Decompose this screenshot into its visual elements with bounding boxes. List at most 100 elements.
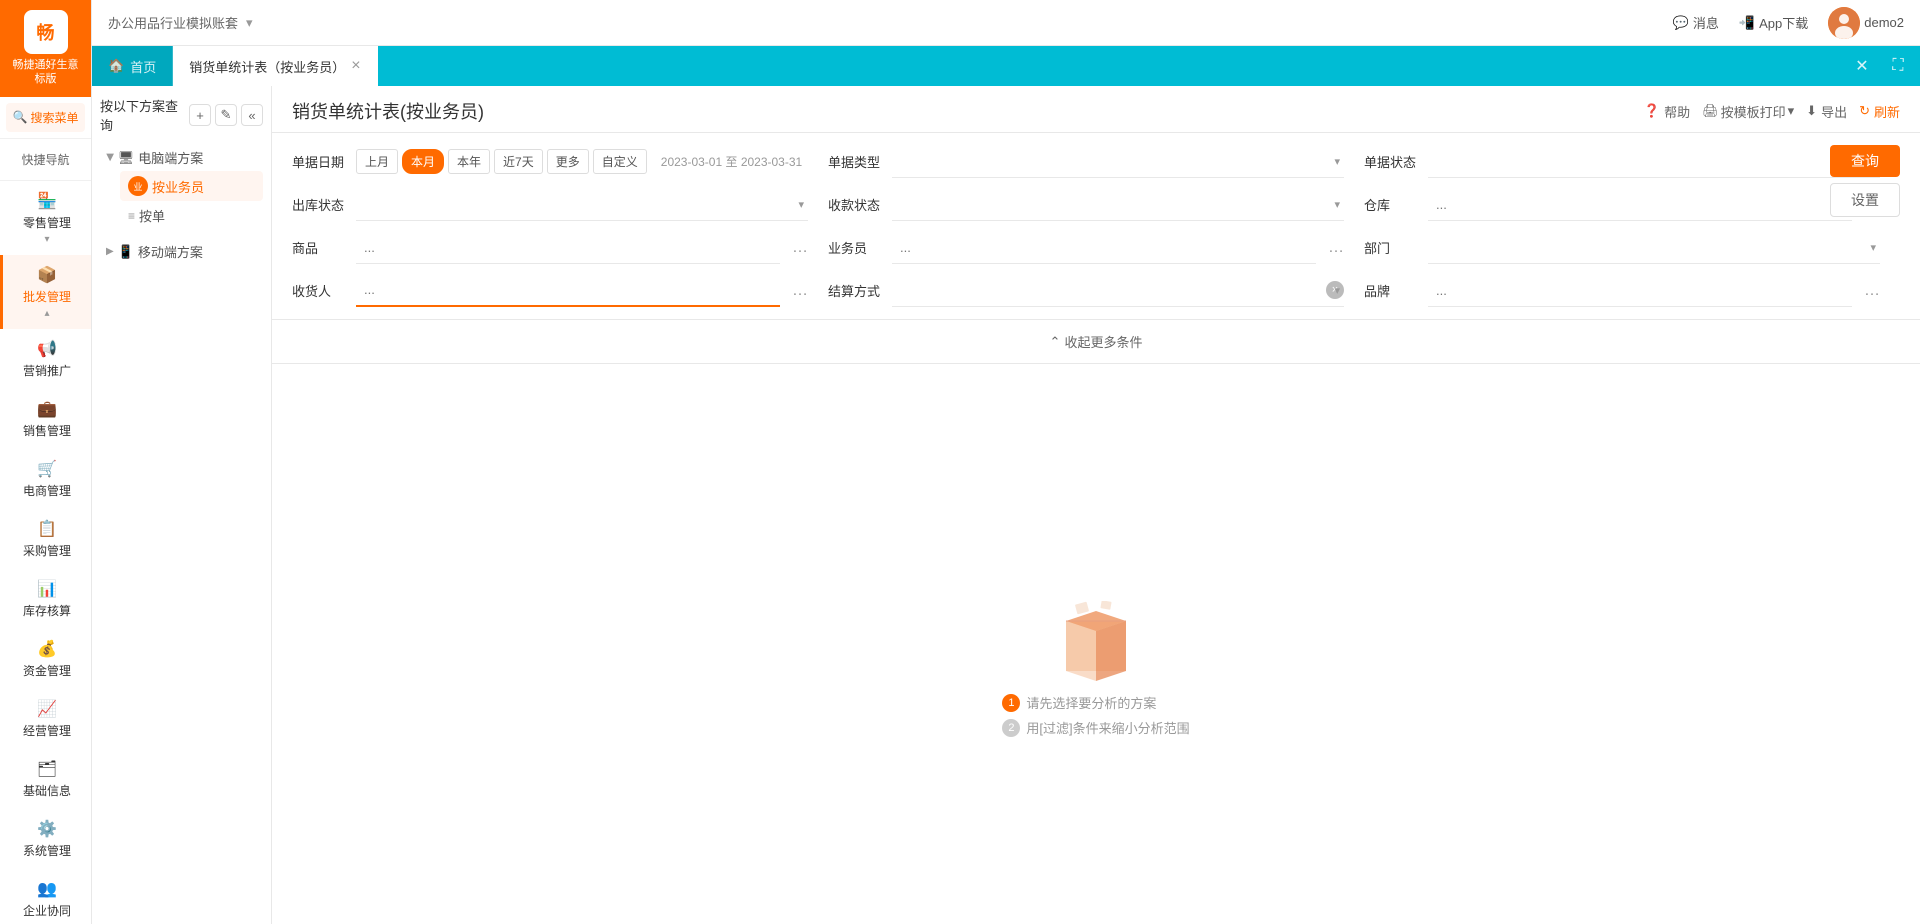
marketing-label: 营销推广 [23, 362, 71, 379]
dept-label: 部门 [1364, 238, 1420, 257]
goods-input[interactable] [356, 232, 780, 264]
sidebar-menu-list: 🏪 零售管理 ▾ 📦 批发管理 ▴ 📢 营销推广 💼 销售管理 🛒 电商管理 📋… [0, 181, 91, 924]
salesperson-scheme-icon: 业 [128, 176, 148, 196]
left-panel: 按以下方案查询 + ✎ « ▶ 🖥 电脑端方案 业 按业务员 [92, 86, 272, 924]
sidebar-item-purchase[interactable]: 📋 采购管理 [0, 509, 91, 569]
hint2-num: 2 [1002, 719, 1020, 737]
search-menu-button[interactable]: 🔍 搜索菜单 [6, 103, 85, 132]
settlement-select-wrapper: × ▾ [892, 274, 1344, 307]
tab-sales-stat-label: 销货单统计表（按业务员） [189, 57, 345, 76]
operation-label: 经营管理 [23, 722, 71, 739]
avatar [1828, 7, 1860, 39]
tab-maximize-button[interactable]: ⛶ [1884, 52, 1912, 80]
salesperson-input[interactable] [892, 232, 1316, 264]
filter-row-1: 单据日期 上月 本月 本年 近7天 更多 自定义 2023-03-01 至 20… [292, 145, 1900, 178]
tab-close-icon[interactable]: × [351, 58, 360, 74]
out-status-select[interactable] [356, 188, 808, 220]
settlement-clear-icon[interactable]: × [1326, 281, 1344, 299]
date-btn-7days[interactable]: 近7天 [494, 149, 543, 174]
sidebar-item-operation[interactable]: 📈 经营管理 [0, 689, 91, 749]
date-btn-this-month[interactable]: 本月 [402, 149, 444, 174]
sidebar-item-sales[interactable]: 💼 销售管理 [0, 389, 91, 449]
sidebar-search-section: 🔍 搜索菜单 [0, 97, 91, 139]
sidebar-item-basic[interactable]: 🗂 基础信息 [0, 749, 91, 809]
brand-more-icon[interactable]: … [1864, 282, 1880, 300]
receipt-status-select-wrapper: ▾ [892, 188, 1344, 221]
topbar-dropdown-icon[interactable]: ▾ [246, 15, 253, 31]
settlement-select[interactable] [892, 274, 1322, 306]
purchase-icon: 📋 [37, 519, 57, 539]
sidebar-item-retail[interactable]: 🏪 零售管理 ▾ [0, 181, 91, 255]
receipt-status-select[interactable] [892, 188, 1344, 220]
salesperson-cell: 业务员 … [828, 232, 1364, 264]
tab-sales-stat[interactable]: 销货单统计表（按业务员） × [173, 46, 377, 86]
doc-status-select[interactable] [1428, 145, 1880, 177]
quicknav-section: 快捷导航 [0, 139, 91, 181]
empty-hint-1: 1 请先选择要分析的方案 [1002, 693, 1156, 712]
date-btn-this-year[interactable]: 本年 [448, 149, 490, 174]
retail-icon: 🏪 [37, 191, 57, 211]
inventory-icon: 📊 [37, 579, 57, 599]
user-profile[interactable]: demo2 [1828, 7, 1904, 39]
print-icon: 🖨 [1702, 103, 1719, 119]
date-btn-prev-month[interactable]: 上月 [356, 149, 398, 174]
dept-select[interactable] [1428, 231, 1880, 263]
right-panel: 销货单统计表(按业务员) ❓ 帮助 🖨 按模板打印 ▾ ⬇ 导出 [272, 86, 1920, 924]
refresh-button[interactable]: ↻ 刷新 [1859, 102, 1900, 121]
export-button[interactable]: ⬇ 导出 [1806, 102, 1847, 121]
out-status-label: 出库状态 [292, 195, 348, 214]
warehouse-input[interactable] [1428, 189, 1852, 221]
empty-hint-2: 2 用[过滤]条件来缩小分析范围 [1002, 718, 1189, 737]
sidebar-item-corp[interactable]: 👥 企业协同 [0, 869, 91, 924]
out-status-select-wrapper: ▾ [356, 188, 808, 221]
logo-text: 畅捷通好生意标版 [13, 58, 79, 87]
ecommerce-icon: 🛒 [37, 459, 57, 479]
sidebar-item-inventory[interactable]: 📊 库存核算 [0, 569, 91, 629]
dept-select-wrapper: ▾ [1428, 231, 1880, 264]
page-header: 销货单统计表(按业务员) ❓ 帮助 🖨 按模板打印 ▾ ⬇ 导出 [272, 86, 1920, 133]
app-download-button[interactable]: 📲 App下载 [1739, 13, 1808, 32]
print-dropdown[interactable]: 🖨 按模板打印 ▾ [1702, 102, 1794, 121]
sidebar-item-system[interactable]: ⚙️ 系统管理 [0, 809, 91, 869]
consignee-more-icon[interactable]: … [792, 282, 808, 300]
collapse-bar[interactable]: ⌃ 收起更多条件 [272, 320, 1920, 364]
scheme-by-salesperson[interactable]: 业 按业务员 [120, 171, 263, 201]
help-icon: ❓ [1644, 103, 1660, 119]
page-title: 销货单统计表(按业务员) [292, 98, 484, 124]
scheme-by-order[interactable]: ≡ 按单 [120, 201, 263, 230]
pc-scheme-tree-root[interactable]: ▶ 🖥 电脑端方案 [100, 144, 263, 171]
mobile-scheme-tree-root[interactable]: ▶ 📱 移动端方案 [100, 238, 263, 265]
edit-scheme-button[interactable]: ✎ [215, 104, 237, 126]
avatar-image [1828, 7, 1860, 39]
sidebar-item-ecommerce[interactable]: 🛒 电商管理 [0, 449, 91, 509]
warehouse-label: 仓库 [1364, 195, 1420, 214]
help-button[interactable]: ❓ 帮助 [1644, 102, 1690, 121]
goods-more-icon[interactable]: … [792, 239, 808, 257]
tab-home[interactable]: 🏠 首页 [92, 46, 173, 86]
doc-type-select[interactable] [892, 145, 1344, 177]
consignee-input[interactable] [356, 275, 780, 307]
collapse-panel-button[interactable]: « [241, 104, 263, 126]
topbar-left: 办公用品行业模拟账套 ▾ [108, 13, 253, 32]
query-button[interactable]: 查询 [1830, 145, 1900, 177]
sidebar-item-wholesale[interactable]: 📦 批发管理 ▴ [0, 255, 91, 329]
date-btn-custom[interactable]: 自定义 [593, 149, 647, 174]
hint1-num: 1 [1002, 694, 1020, 712]
add-scheme-button[interactable]: + [189, 104, 211, 126]
sidebar-item-marketing[interactable]: 📢 营销推广 [0, 329, 91, 389]
salesperson-more-icon[interactable]: … [1328, 239, 1344, 257]
collapse-more-button[interactable]: ⌃ 收起更多条件 [1038, 328, 1155, 355]
brand-input[interactable] [1428, 275, 1852, 307]
quicknav-button[interactable]: 快捷导航 [6, 145, 85, 174]
set-button[interactable]: 设置 [1830, 183, 1900, 217]
date-btn-more[interactable]: 更多 [547, 149, 589, 174]
sidebar-item-finance[interactable]: 💰 资金管理 [0, 629, 91, 689]
tab-close-button[interactable]: ✕ [1848, 52, 1876, 80]
print-dropdown-arrow: ▾ [1788, 103, 1795, 119]
tabbar: 🏠 首页 销货单统计表（按业务员） × ✕ ⛶ [92, 46, 1920, 86]
empty-state: 1 请先选择要分析的方案 2 用[过滤]条件来缩小分析范围 [272, 364, 1920, 924]
doc-status-select-wrapper: ▾ [1428, 145, 1880, 178]
goods-cell: 商品 … [292, 232, 828, 264]
out-status-cell: 出库状态 ▾ [292, 188, 828, 221]
message-button[interactable]: 💬 消息 [1673, 13, 1719, 32]
